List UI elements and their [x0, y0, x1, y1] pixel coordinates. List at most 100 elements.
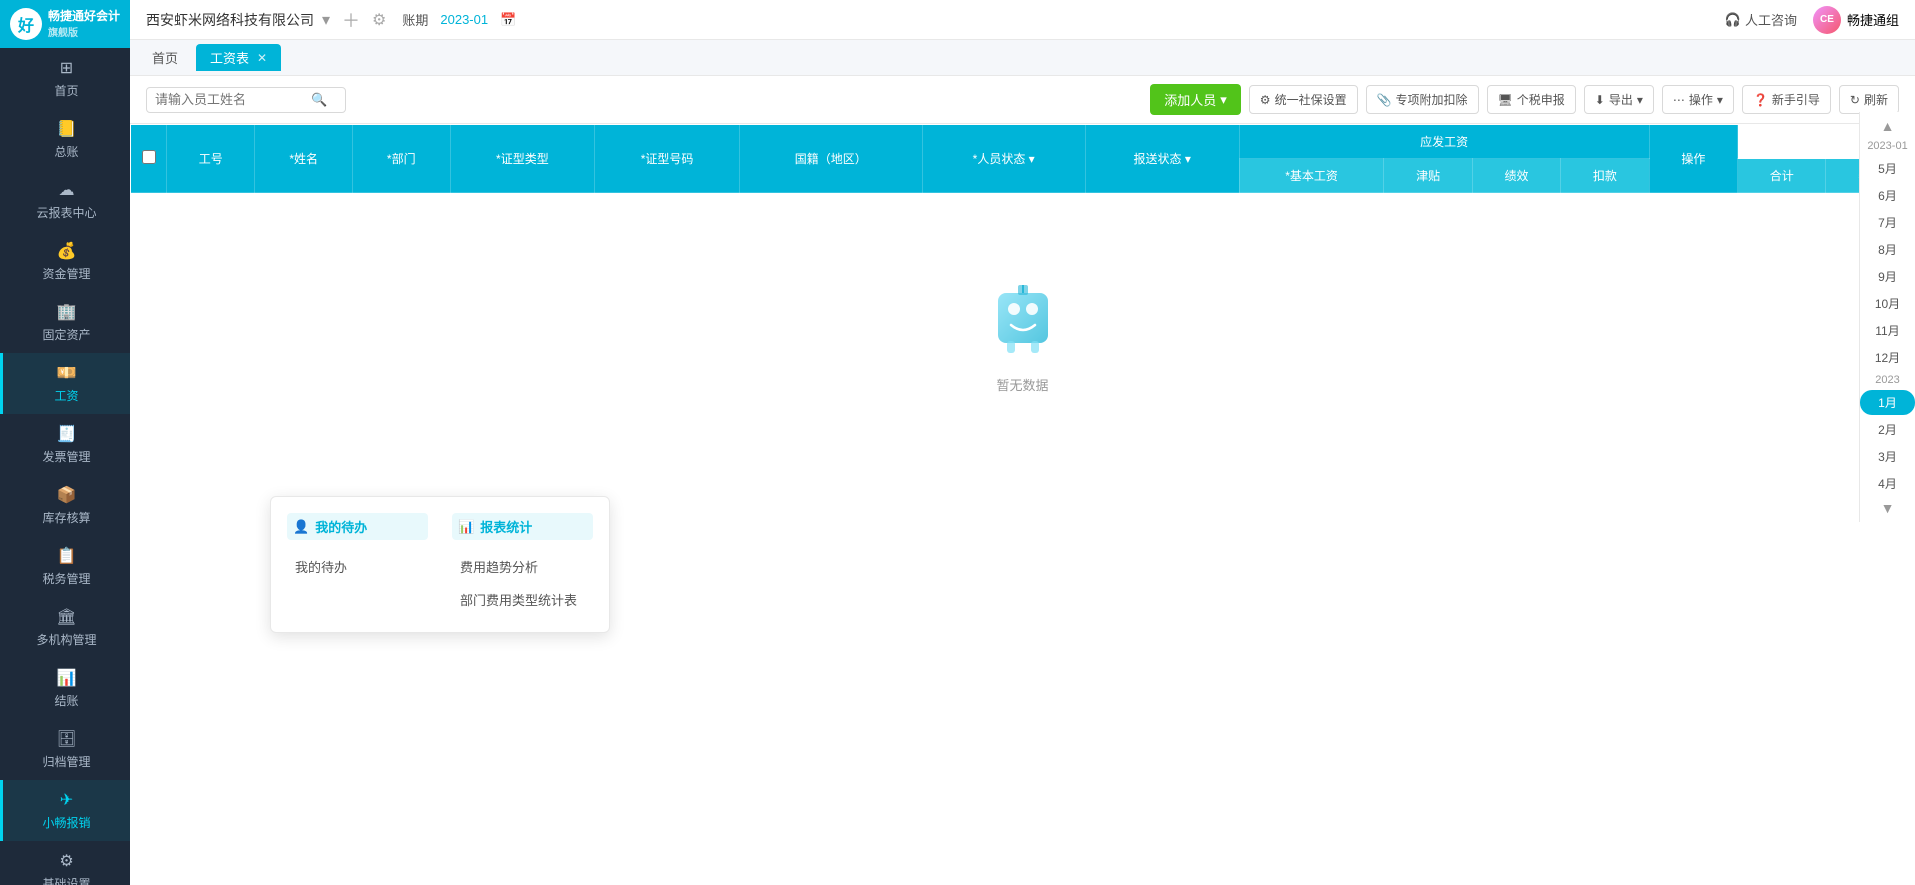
- add-person-btn[interactable]: 添加人员 ▾: [1150, 84, 1241, 115]
- sidebar-item-fixed-assets[interactable]: 🏢 固定资产: [0, 292, 130, 353]
- sidebar-item-label: 基础设置: [42, 875, 90, 885]
- sidebar-item-multi-org[interactable]: 🏛 多机构管理: [0, 597, 130, 658]
- tab-home[interactable]: 首页: [138, 44, 192, 71]
- app-logo: 好 畅捷通好会计 旗舰版: [0, 0, 130, 48]
- settings-icon[interactable]: ⚙: [372, 10, 386, 30]
- menu-col1-label: 我的待办: [315, 517, 367, 536]
- menu-item-dept-expense[interactable]: 部门费用类型统计表: [452, 583, 593, 616]
- timeline-month-2023-1[interactable]: 1月: [1860, 390, 1915, 415]
- timeline-up-icon[interactable]: ▲: [1881, 116, 1895, 136]
- add-person-label: 添加人员: [1164, 90, 1216, 109]
- topbar-right: 🎧 人工咨询 CE 畅捷通组: [1725, 6, 1899, 34]
- sidebar-item-home[interactable]: ⊞ 首页: [0, 48, 130, 109]
- sidebar-item-fund[interactable]: 💰 资金管理: [0, 231, 130, 292]
- timeline-month-2023-3[interactable]: 3月: [1860, 444, 1915, 469]
- operation-dropdown-icon: ▾: [1717, 93, 1723, 107]
- timeline-month-9[interactable]: 9月: [1860, 264, 1915, 289]
- sidebar-item-archive[interactable]: 🗄 归档管理: [0, 719, 130, 780]
- sidebar-item-label: 总账: [54, 143, 78, 160]
- company-dropdown-icon[interactable]: ▾: [322, 10, 330, 30]
- sidebar-item-salary[interactable]: 💴 工资: [0, 353, 130, 414]
- sidebar-item-settlement[interactable]: 📊 结账: [0, 658, 130, 719]
- sidebar-item-xiao-chang[interactable]: ✈ 小畅报销: [0, 780, 130, 841]
- tax-report-label: 个税申报: [1517, 91, 1565, 108]
- special-deduction-icon: 📎: [1377, 93, 1392, 107]
- refresh-label: 刷新: [1864, 91, 1888, 108]
- sidebar-item-label: 小畅报销: [42, 814, 90, 831]
- timeline-month-8[interactable]: 8月: [1860, 237, 1915, 262]
- tab-salary[interactable]: 工资表 ✕: [196, 44, 281, 71]
- sidebar-item-invoice[interactable]: 🧾 发票管理: [0, 414, 130, 475]
- export-icon: ⬇: [1595, 93, 1605, 107]
- todo-icon: 👤: [293, 519, 309, 535]
- filter-icon[interactable]: ▾: [1029, 152, 1035, 166]
- timeline-month-12[interactable]: 12月: [1860, 345, 1915, 370]
- timeline-month-6[interactable]: 6月: [1860, 183, 1915, 208]
- calendar-icon[interactable]: 📅: [500, 12, 516, 28]
- special-deduction-label: 专项附加扣除: [1396, 91, 1468, 108]
- guide-icon: ❓: [1753, 93, 1768, 107]
- sidebar-item-cloud-report[interactable]: ☁ 云报表中心: [0, 170, 130, 231]
- sidebar-item-basic-settings[interactable]: ⚙ 基础设置: [0, 841, 130, 885]
- chart-icon: 📊: [458, 519, 474, 535]
- menu-item-my-todo[interactable]: 我的待办: [287, 550, 428, 583]
- salary-icon: 💴: [57, 363, 77, 383]
- sidebar-item-tax[interactable]: 📋 税务管理: [0, 536, 130, 597]
- period-value[interactable]: 2023-01: [440, 12, 488, 27]
- logo-icon: 好: [10, 8, 42, 40]
- timeline: ▲ 2023-01 5月 6月 7月 8月 9月 10月 11月 12月 202…: [1859, 112, 1915, 522]
- main-area: 西安虾米网络科技有限公司 ▾ ＋ ⚙ 账期 2023-01 📅 🎧 人工咨询 C…: [130, 0, 1915, 885]
- operation-btn[interactable]: ⋯ 操作 ▾: [1662, 85, 1734, 114]
- tax-icon: 📋: [57, 546, 77, 566]
- special-deduction-btn[interactable]: 📎 专项附加扣除: [1366, 85, 1479, 114]
- sidebar-item-label: 云报表中心: [36, 204, 96, 221]
- sidebar-item-label: 库存核算: [42, 509, 90, 526]
- search-box[interactable]: 🔍: [146, 87, 346, 113]
- social-insurance-label: 统一社保设置: [1275, 91, 1347, 108]
- timeline-month-10[interactable]: 10月: [1860, 291, 1915, 316]
- settings-icon: ⚙: [59, 851, 73, 871]
- avatar[interactable]: CE: [1813, 6, 1841, 34]
- tabbar: 首页 工资表 ✕: [130, 40, 1915, 76]
- tab-salary-label: 工资表: [210, 48, 249, 67]
- col-status[interactable]: *人员状态 ▾: [922, 125, 1085, 193]
- add-company-icon[interactable]: ＋: [342, 7, 360, 33]
- help-btn[interactable]: 🎧 人工咨询: [1725, 10, 1797, 29]
- guide-btn[interactable]: ❓ 新手引导: [1742, 85, 1831, 114]
- report-filter-icon[interactable]: ▾: [1185, 152, 1191, 166]
- export-btn[interactable]: ⬇ 导出 ▾: [1584, 85, 1654, 114]
- col-number: 工号: [167, 125, 255, 193]
- invoice-icon: 🧾: [57, 424, 77, 444]
- timeline-month-2023-2[interactable]: 2月: [1860, 417, 1915, 442]
- timeline-month-7[interactable]: 7月: [1860, 210, 1915, 235]
- timeline-down-icon[interactable]: ▼: [1881, 498, 1895, 518]
- fund-icon: 💰: [57, 241, 77, 261]
- col-checkbox[interactable]: [131, 125, 167, 193]
- social-insurance-btn[interactable]: ⚙ 统一社保设置: [1249, 85, 1358, 114]
- select-all-checkbox[interactable]: [142, 150, 156, 164]
- timeline-month-11[interactable]: 11月: [1860, 318, 1915, 343]
- tab-home-label: 首页: [152, 48, 178, 67]
- timeline-month-5[interactable]: 5月: [1860, 156, 1915, 181]
- menu-item-expense-trend[interactable]: 费用趋势分析: [452, 550, 593, 583]
- col-nationality: 国籍（地区）: [739, 125, 922, 193]
- col-id-type: *证型类型: [450, 125, 595, 193]
- dropdown-arrow-icon: ▾: [1220, 92, 1227, 108]
- refresh-btn[interactable]: ↻ 刷新: [1839, 85, 1899, 114]
- fixed-assets-icon: 🏢: [57, 302, 77, 322]
- export-dropdown-icon: ▾: [1637, 93, 1643, 107]
- multi-org-icon: 🏛: [56, 607, 76, 627]
- xiaochang-dropdown: 👤 我的待办 我的待办 📊 报表统计 费用趋势分析 部门费用类型统计表: [270, 496, 610, 633]
- tax-report-btn[interactable]: 🖥 个税申报: [1487, 85, 1576, 114]
- salary-table: 工号 *姓名 *部门 *证型类型 *证型号码 国籍（地区） *人员状态 ▾ 报送…: [130, 124, 1915, 193]
- search-input[interactable]: [155, 92, 305, 107]
- col-report-status[interactable]: 报送状态 ▾: [1085, 125, 1239, 193]
- sidebar-item-inventory[interactable]: 📦 库存核算: [0, 475, 130, 536]
- tab-close-icon[interactable]: ✕: [257, 51, 267, 65]
- col-operation: 操作: [1649, 125, 1737, 193]
- timeline-month-2023-4[interactable]: 4月: [1860, 471, 1915, 496]
- social-insurance-icon: ⚙: [1260, 93, 1271, 107]
- topbar: 西安虾米网络科技有限公司 ▾ ＋ ⚙ 账期 2023-01 📅 🎧 人工咨询 C…: [130, 0, 1915, 40]
- col-report-label: 报送状态: [1134, 152, 1182, 166]
- sidebar-item-ledger[interactable]: 📒 总账: [0, 109, 130, 170]
